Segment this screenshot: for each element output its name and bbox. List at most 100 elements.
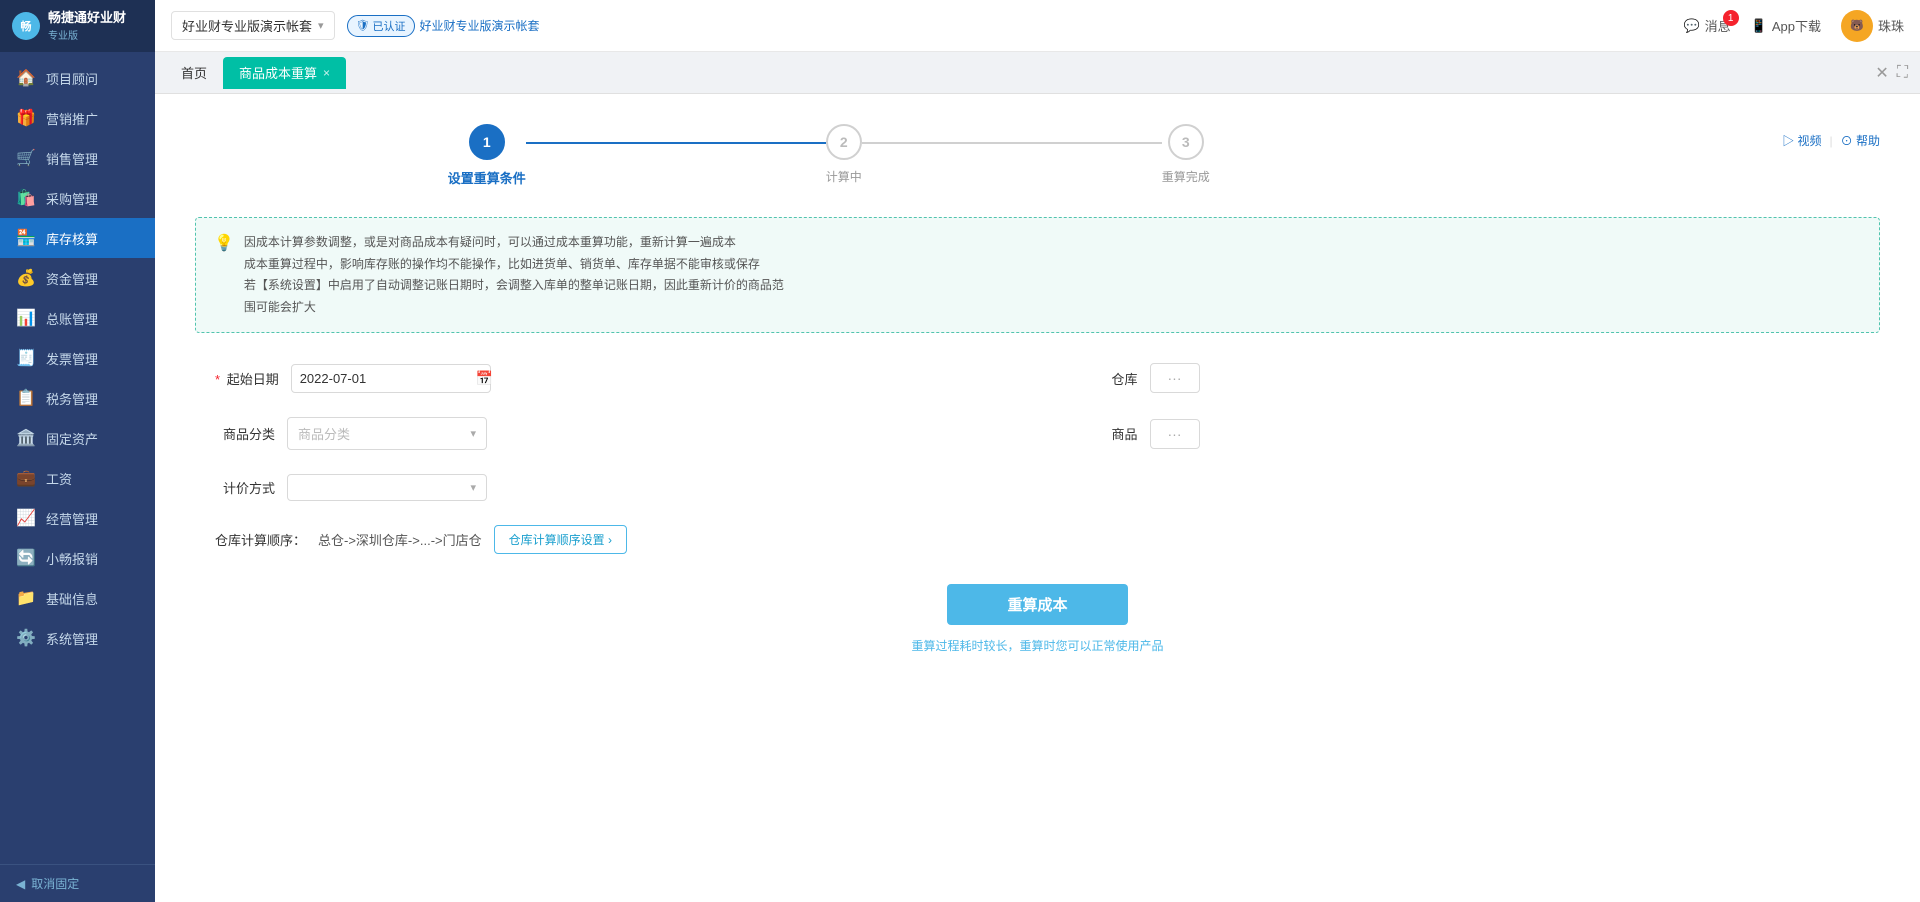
sidebar-item-label: 系统管理 (46, 629, 98, 648)
step-3: 3 重算完成 (1162, 124, 1210, 185)
step-2-circle: 2 (826, 124, 862, 160)
inventory-icon: 🏪 (16, 228, 36, 248)
main-area: 好业财专业版演示帐套 ▾ 🛡 已认证 好业财专业版演示帐套 💬 消息 1 📱 A… (155, 0, 1920, 902)
info-line-2: 成本重算过程中，影响库存账的操作均不能操作，比如进货单、销货单、库存单据不能审核… (244, 254, 784, 276)
sales-icon: 🛒 (16, 148, 36, 168)
close-button[interactable]: ✕ (1875, 63, 1888, 83)
sidebar-item-invoice[interactable]: 🧾 发票管理 (0, 338, 155, 378)
sidebar-item-operations[interactable]: 📈 经营管理 (0, 498, 155, 538)
price-method-field: 计价方式 ▾ (215, 474, 1860, 501)
pin-icon: ◀ (16, 877, 25, 891)
warehouse-order-settings-btn[interactable]: 仓库计算顺序设置 › (494, 525, 627, 554)
sidebar-item-inventory[interactable]: 🏪 库存核算 (0, 218, 155, 258)
step-3-label: 重算完成 (1162, 168, 1210, 185)
accounting-icon: 📊 (16, 308, 36, 328)
step-line-1-2 (526, 142, 826, 144)
sidebar-item-label: 发票管理 (46, 349, 98, 368)
warehouse-select-btn[interactable]: ··· (1150, 363, 1200, 393)
sidebar-item-marketing[interactable]: 🎁 营销推广 (0, 98, 155, 138)
user-name: 珠珠 (1878, 16, 1904, 35)
sidebar-item-system[interactable]: ⚙️ 系统管理 (0, 618, 155, 658)
step-1: 1 设置重算条件 (448, 124, 526, 187)
step-2-label: 计算中 (826, 168, 862, 185)
sidebar-nav: 🏠 项目顾问 🎁 营销推广 🛒 销售管理 🛍️ 采购管理 🏪 库存核算 💰 资金… (0, 52, 155, 864)
video-link[interactable]: ▷ 视频 (1782, 132, 1821, 149)
warehouse-order-label: 仓库计算顺序： (215, 530, 306, 549)
sidebar-item-tax[interactable]: 📋 税务管理 (0, 378, 155, 418)
tab-cost-recalc[interactable]: 商品成本重算 × (223, 57, 346, 89)
chevron-down-icon: ▾ (470, 427, 476, 440)
shield-icon: 🛡 (356, 19, 370, 32)
sidebar-item-sales[interactable]: 🛒 销售管理 (0, 138, 155, 178)
sidebar-item-label: 工资 (46, 469, 72, 488)
invoice-icon: 🧾 (16, 348, 36, 368)
app-download-button[interactable]: 📱 App下载 (1751, 16, 1821, 35)
sidebar-item-label: 基础信息 (46, 589, 98, 608)
tabs-bar: 首页 商品成本重算 × ✕ ⛶ (155, 52, 1920, 94)
warehouse-order-value: 总仓->深圳仓库->...->门店仓 (318, 530, 482, 549)
tab-cost-recalc-label: 商品成本重算 (239, 63, 317, 82)
start-date-input-wrapper: 📅 (291, 364, 491, 393)
window-controls: ✕ ⛶ (1875, 63, 1920, 83)
category-select[interactable]: 商品分类 ▾ (287, 417, 487, 450)
form-section: * 起始日期 📅 仓库 ··· 商品分类 (195, 363, 1880, 501)
submit-hint: 重算过程耗时较长，重算时您可以正常使用产品 (911, 637, 1163, 654)
phone-icon: 📱 (1751, 18, 1767, 34)
price-method-label: 计价方式 (215, 478, 275, 497)
account-name: 好业财专业版演示帐套 (182, 16, 312, 35)
account-selector[interactable]: 好业财专业版演示帐套 ▾ (171, 11, 335, 40)
sidebar-item-finance[interactable]: 💰 资金管理 (0, 258, 155, 298)
steps-container: 1 设置重算条件 2 计算中 3 (195, 124, 1880, 187)
tab-home-label: 首页 (181, 63, 207, 82)
category-placeholder: 商品分类 (298, 424, 470, 443)
basic-icon: 📁 (16, 588, 36, 608)
calendar-icon[interactable]: 📅 (476, 370, 493, 387)
assets-icon: 🏛️ (16, 428, 36, 448)
sidebar-item-assets[interactable]: 🏛️ 固定资产 (0, 418, 155, 458)
user-profile[interactable]: 🐻 珠珠 (1841, 10, 1904, 42)
sidebar-item-label: 税务管理 (46, 389, 98, 408)
steps-outer: 1 设置重算条件 2 计算中 3 (448, 124, 1628, 187)
product-label: 商品 (1078, 424, 1138, 443)
chevron-down-icon: ▾ (470, 481, 476, 494)
info-text: 因成本计算参数调整，或是对商品成本有疑问时，可以通过成本重算功能，重新计算一遍成… (244, 232, 784, 318)
sidebar-item-label: 小畅报销 (46, 549, 98, 568)
product-field: 商品 ··· (998, 419, 1861, 449)
finance-icon: 💰 (16, 268, 36, 288)
content-area: 1 设置重算条件 2 计算中 3 (155, 94, 1920, 902)
avatar: 🐻 (1841, 10, 1873, 42)
start-date-input[interactable] (300, 365, 476, 392)
sidebar-item-purchase[interactable]: 🛍️ 采购管理 (0, 178, 155, 218)
sidebar-item-basic[interactable]: 📁 基础信息 (0, 578, 155, 618)
system-icon: ⚙️ (16, 628, 36, 648)
sidebar-item-accounting[interactable]: 📊 总账管理 (0, 298, 155, 338)
sidebar-item-project[interactable]: 🏠 项目顾问 (0, 58, 155, 98)
expand-button[interactable]: ⛶ (1897, 64, 1908, 82)
info-line-1: 因成本计算参数调整，或是对商品成本有疑问时，可以通过成本重算功能，重新计算一遍成… (244, 232, 784, 254)
sidebar-item-payroll[interactable]: 💼 工资 (0, 458, 155, 498)
category-field: 商品分类 商品分类 ▾ (215, 417, 998, 450)
help-link[interactable]: ⊙ 帮助 (1841, 132, 1880, 149)
warehouse-field: 仓库 ··· (998, 363, 1861, 393)
step-line-2-3 (862, 142, 1162, 144)
operations-icon: 📈 (16, 508, 36, 528)
topbar: 好业财专业版演示帐套 ▾ 🛡 已认证 好业财专业版演示帐套 💬 消息 1 📱 A… (155, 0, 1920, 52)
message-button[interactable]: 💬 消息 1 (1683, 16, 1730, 35)
sidebar-item-label: 销售管理 (46, 149, 98, 168)
sidebar-item-label: 库存核算 (46, 229, 98, 248)
verified-account-name: 好业财专业版演示帐套 (420, 17, 540, 34)
form-row-2: 商品分类 商品分类 ▾ 商品 ··· (215, 417, 1860, 450)
warehouse-order-row: 仓库计算顺序： 总仓->深圳仓库->...->门店仓 仓库计算顺序设置 › (195, 525, 1880, 554)
tab-home[interactable]: 首页 (165, 57, 223, 89)
step-1-circle: 1 (469, 124, 505, 160)
chevron-down-icon: ▾ (318, 19, 324, 32)
topbar-right: 💬 消息 1 📱 App下载 🐻 珠珠 (1683, 10, 1904, 42)
sidebar-pin-toggle[interactable]: ◀ 取消固定 (0, 864, 155, 902)
sidebar-item-expense[interactable]: 🔄 小畅报销 (0, 538, 155, 578)
tab-close-icon[interactable]: × (323, 66, 330, 80)
bulb-icon: 💡 (214, 233, 234, 318)
product-select-btn[interactable]: ··· (1150, 419, 1200, 449)
sidebar-item-label: 总账管理 (46, 309, 98, 328)
recalculate-btn[interactable]: 重算成本 (947, 584, 1127, 625)
price-method-select[interactable]: ▾ (287, 474, 487, 501)
